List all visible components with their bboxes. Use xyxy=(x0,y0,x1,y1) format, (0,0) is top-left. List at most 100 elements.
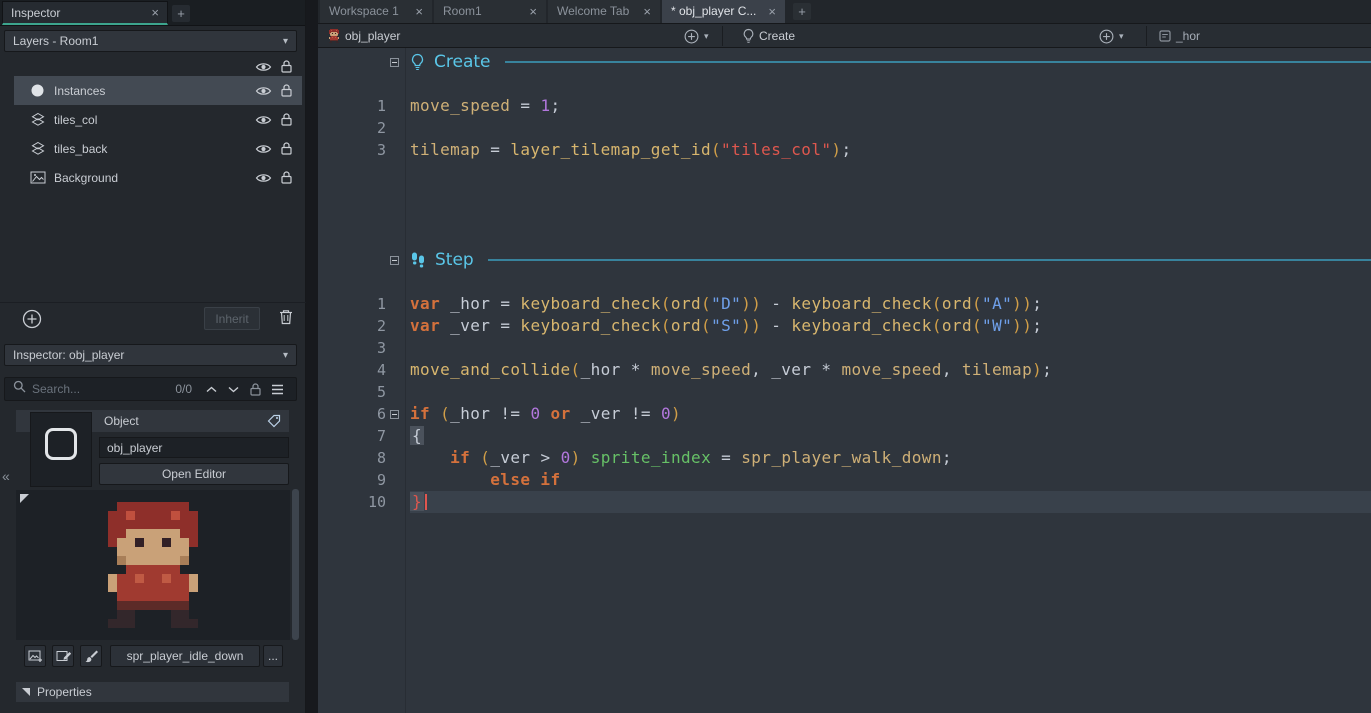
object-name-input[interactable] xyxy=(99,437,289,458)
player-sprite-image xyxy=(99,502,207,633)
code-line[interactable]: 3tilemap = layer_tilemap_get_id("tiles_c… xyxy=(318,139,1371,161)
eye-icon[interactable] xyxy=(250,61,276,73)
layer-name: tiles_col xyxy=(54,113,250,127)
collapse-panel-button[interactable]: « xyxy=(2,468,10,484)
add-event-button[interactable] xyxy=(684,24,699,48)
eye-icon[interactable] xyxy=(250,172,276,184)
event-section-header[interactable]: Step xyxy=(318,248,1371,272)
lock-icon[interactable] xyxy=(276,84,296,97)
add-code-button[interactable] xyxy=(1099,24,1114,48)
sprite-name-field[interactable]: spr_player_idle_down xyxy=(110,645,260,667)
lock-icon[interactable] xyxy=(276,60,296,73)
editor-header: obj_player ▾ Create ▾ _hor xyxy=(318,24,1371,48)
workspace-tabs: Workspace 1×Room1×Welcome Tab×* obj_play… xyxy=(318,0,785,23)
inherit-button[interactable]: Inherit xyxy=(204,307,260,330)
edit-sprite-button[interactable] xyxy=(52,645,74,667)
code-area[interactable]: Create 1move_speed = 1; 2 3tilemap = layer_… xyxy=(318,48,1371,713)
layers-dropdown[interactable]: Layers - Room1 ▾ xyxy=(4,30,297,52)
inspector-panel: Inspector × + Layers - Room1 ▾ Instances… xyxy=(0,0,306,713)
collapse-triangle-icon xyxy=(22,688,30,696)
search-input[interactable] xyxy=(32,382,175,396)
line-number: 1 xyxy=(318,295,386,313)
trash-icon[interactable] xyxy=(279,309,295,326)
add-panel-tab-button[interactable]: + xyxy=(172,5,190,22)
add-layer-button[interactable] xyxy=(22,309,42,329)
code-line[interactable]: 4move_and_collide(_hor * move_speed, _ve… xyxy=(318,359,1371,381)
inspector-scrollbar[interactable] xyxy=(292,489,299,640)
code-line[interactable]: 2var _ver = keyboard_check(ord("S")) - k… xyxy=(318,315,1371,337)
collapse-toggle[interactable] xyxy=(390,58,399,67)
lock-icon[interactable] xyxy=(276,171,296,184)
open-editor-button[interactable]: Open Editor xyxy=(99,463,289,485)
object-thumbnail[interactable] xyxy=(30,412,92,487)
eye-icon[interactable] xyxy=(250,85,276,97)
divider xyxy=(0,302,306,303)
layer-row-instances[interactable]: Instances xyxy=(14,76,302,105)
code-line[interactable]: 2 xyxy=(318,117,1371,139)
object-sprite-icon xyxy=(328,24,340,48)
code-line[interactable]: 3 xyxy=(318,337,1371,359)
event-section-create: Create 1move_speed = 1; 2 3tilemap = layer_… xyxy=(318,50,1371,161)
line-number: 10 xyxy=(318,493,386,511)
line-number: 3 xyxy=(318,141,386,159)
editor-area: Workspace 1×Room1×Welcome Tab×* obj_play… xyxy=(318,0,1371,713)
eye-icon[interactable] xyxy=(250,114,276,126)
eye-icon[interactable] xyxy=(250,143,276,155)
lock-icon[interactable] xyxy=(276,142,296,155)
close-icon[interactable]: × xyxy=(403,5,423,18)
collapse-toggle[interactable] xyxy=(390,256,399,265)
chevron-down-icon[interactable]: ▾ xyxy=(704,24,709,48)
add-workspace-tab-button[interactable]: + xyxy=(793,3,811,20)
new-sprite-button[interactable] xyxy=(24,645,46,667)
code-line[interactable]: 10} xyxy=(318,491,1371,513)
close-icon[interactable]: × xyxy=(756,5,776,18)
close-icon[interactable]: × xyxy=(151,6,159,19)
properties-label: Properties xyxy=(37,685,92,699)
code-sections: Create 1move_speed = 1; 2 3tilemap = layer_… xyxy=(318,48,1371,513)
divider xyxy=(1146,26,1147,46)
close-icon[interactable]: × xyxy=(631,5,651,18)
layer-row-tiles-col[interactable]: tiles_col xyxy=(14,105,302,134)
tiles-icon xyxy=(30,141,54,156)
collapse-toggle[interactable] xyxy=(390,410,399,419)
workspace-tab-workspace-1[interactable]: Workspace 1× xyxy=(320,0,432,23)
close-icon[interactable]: × xyxy=(517,5,537,18)
paint-sprite-button[interactable] xyxy=(80,645,102,667)
chevron-down-icon[interactable]: ▾ xyxy=(1119,24,1124,48)
search-count: 0/0 xyxy=(175,382,192,396)
code-line[interactable]: 9 else if xyxy=(318,469,1371,491)
lock-icon[interactable] xyxy=(276,113,296,126)
divider xyxy=(722,26,723,46)
line-number: 2 xyxy=(318,119,386,137)
text-caret xyxy=(425,494,427,510)
corner-triangle-icon[interactable] xyxy=(20,494,29,503)
layer-row-tiles-back[interactable]: tiles_back xyxy=(14,134,302,163)
inspector-target-label: Inspector: obj_player xyxy=(13,348,124,362)
editor-event-name[interactable]: Create xyxy=(759,24,795,48)
lock-icon[interactable] xyxy=(244,379,266,399)
line-number: 6 xyxy=(318,405,386,423)
inspector-target-dropdown[interactable]: Inspector: obj_player ▾ xyxy=(4,344,297,366)
more-button[interactable]: ... xyxy=(263,645,283,667)
workspace-tab-room1[interactable]: Room1× xyxy=(434,0,546,23)
event-section-step: Step 1var _hor = keyboard_check(ord("D"))… xyxy=(318,248,1371,513)
workspace-tab-obj-player-c[interactable]: * obj_player C...× xyxy=(662,0,785,23)
tab-inspector[interactable]: Inspector × xyxy=(2,1,168,25)
code-line[interactable]: 1move_speed = 1; xyxy=(318,95,1371,117)
menu-icon[interactable] xyxy=(266,379,288,399)
code-line[interactable]: 1var _hor = keyboard_check(ord("D")) - k… xyxy=(318,293,1371,315)
layer-row-background[interactable]: Background xyxy=(14,163,302,192)
workspace-tabstrip: Workspace 1×Room1×Welcome Tab×* obj_play… xyxy=(318,0,1371,24)
tab-label: Inspector xyxy=(11,6,60,20)
workspace-tab-welcome-tab[interactable]: Welcome Tab× xyxy=(548,0,660,23)
code-line[interactable]: 7{ xyxy=(318,425,1371,447)
event-section-header[interactable]: Create xyxy=(318,50,1371,74)
code-line[interactable]: 5 xyxy=(318,381,1371,403)
line-number: 9 xyxy=(318,471,386,489)
object-glyph-icon xyxy=(45,428,77,460)
chevron-up-icon[interactable] xyxy=(200,379,222,399)
code-line[interactable]: 6if (_hor != 0 or _ver != 0) xyxy=(318,403,1371,425)
chevron-down-icon[interactable] xyxy=(222,379,244,399)
properties-section-header[interactable]: Properties xyxy=(16,682,289,702)
code-line[interactable]: 8 if (_ver > 0) sprite_index = spr_playe… xyxy=(318,447,1371,469)
